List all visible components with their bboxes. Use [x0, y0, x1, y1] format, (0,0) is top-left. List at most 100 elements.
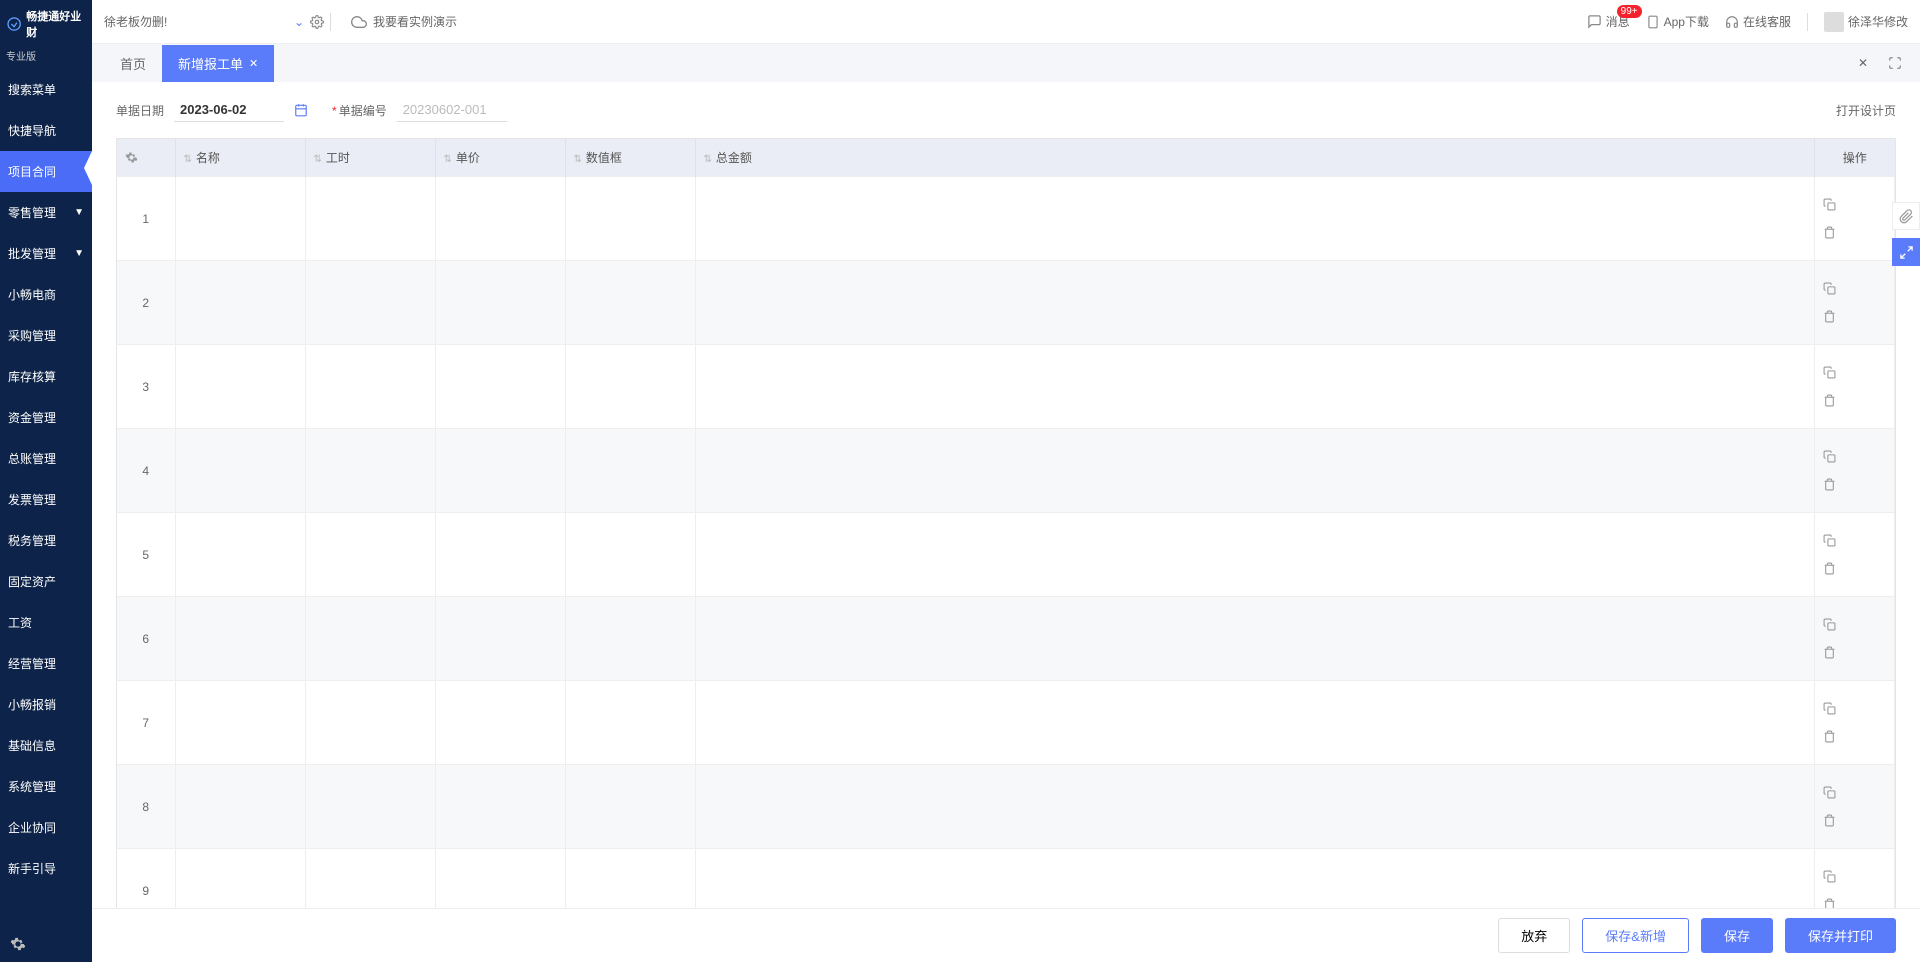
- sidebar-settings[interactable]: [0, 926, 92, 962]
- tab-0[interactable]: 首页: [104, 45, 162, 82]
- messages-button[interactable]: 消息 99+: [1587, 13, 1630, 30]
- table-cell[interactable]: [305, 513, 435, 597]
- table-cell[interactable]: [305, 765, 435, 849]
- table-cell[interactable]: [435, 513, 565, 597]
- table-cell[interactable]: [435, 681, 565, 765]
- table-cell[interactable]: [175, 597, 305, 681]
- table-cell[interactable]: [695, 681, 1815, 765]
- sidebar-item-5[interactable]: 小畅电商: [0, 274, 92, 315]
- table-cell[interactable]: [175, 849, 305, 909]
- org-settings-button[interactable]: [304, 11, 330, 33]
- delete-row-button[interactable]: [1823, 715, 1886, 758]
- table-cell[interactable]: [695, 429, 1815, 513]
- save-print-button[interactable]: 保存并打印: [1785, 918, 1896, 953]
- open-design-link[interactable]: 打开设计页: [1836, 102, 1896, 119]
- sidebar-item-9[interactable]: 总账管理: [0, 438, 92, 479]
- table-cell[interactable]: [565, 513, 695, 597]
- table-cell[interactable]: [435, 849, 565, 909]
- delete-row-button[interactable]: [1823, 631, 1886, 674]
- sidebar-item-0[interactable]: 搜索菜单: [0, 69, 92, 110]
- table-settings-header[interactable]: [117, 139, 175, 177]
- user-menu[interactable]: 徐泽华修改: [1824, 12, 1908, 32]
- table-cell[interactable]: [695, 765, 1815, 849]
- table-cell[interactable]: [175, 513, 305, 597]
- service-button[interactable]: 在线客服: [1725, 13, 1791, 30]
- table-cell[interactable]: [305, 429, 435, 513]
- table-cell[interactable]: [695, 597, 1815, 681]
- sidebar-item-3[interactable]: 零售管理▼: [0, 192, 92, 233]
- table-cell[interactable]: [565, 849, 695, 909]
- sidebar-item-15[interactable]: 小畅报销: [0, 684, 92, 725]
- attachment-button[interactable]: [1892, 202, 1920, 230]
- sidebar-item-14[interactable]: 经营管理: [0, 643, 92, 684]
- docno-input[interactable]: 20230602-001: [397, 98, 507, 122]
- delete-row-button[interactable]: [1823, 883, 1886, 908]
- col-name-header[interactable]: ⇅名称: [175, 139, 305, 177]
- sidebar-item-16[interactable]: 基础信息: [0, 725, 92, 766]
- table-cell[interactable]: [435, 765, 565, 849]
- table-cell[interactable]: [175, 765, 305, 849]
- calendar-icon[interactable]: [294, 103, 308, 117]
- table-cell[interactable]: [305, 597, 435, 681]
- sidebar-item-4[interactable]: 批发管理▼: [0, 233, 92, 274]
- table-cell[interactable]: [565, 177, 695, 261]
- save-new-button[interactable]: 保存&新增: [1582, 918, 1689, 953]
- download-button[interactable]: App下载: [1646, 13, 1709, 30]
- close-icon[interactable]: ✕: [249, 57, 258, 70]
- col-numbox-header[interactable]: ⇅数值框: [565, 139, 695, 177]
- table-cell[interactable]: [565, 261, 695, 345]
- close-all-tabs-button[interactable]: ✕: [1852, 52, 1874, 74]
- col-price-header[interactable]: ⇅单价: [435, 139, 565, 177]
- table-cell[interactable]: [305, 177, 435, 261]
- table-cell[interactable]: [175, 177, 305, 261]
- sidebar-item-11[interactable]: 税务管理: [0, 520, 92, 561]
- delete-row-button[interactable]: [1823, 799, 1886, 842]
- delete-row-button[interactable]: [1823, 547, 1886, 590]
- sidebar-item-1[interactable]: 快捷导航: [0, 110, 92, 151]
- col-hours-header[interactable]: ⇅工时: [305, 139, 435, 177]
- table-cell[interactable]: [695, 177, 1815, 261]
- sidebar-item-18[interactable]: 企业协同: [0, 807, 92, 848]
- delete-row-button[interactable]: [1823, 295, 1886, 338]
- delete-row-button[interactable]: [1823, 463, 1886, 506]
- date-input[interactable]: 2023-06-02: [174, 98, 284, 122]
- table-cell[interactable]: [565, 429, 695, 513]
- table-cell[interactable]: [435, 429, 565, 513]
- discard-button[interactable]: 放弃: [1498, 918, 1570, 953]
- delete-row-button[interactable]: [1823, 211, 1886, 254]
- table-cell[interactable]: [435, 177, 565, 261]
- table-cell[interactable]: [435, 597, 565, 681]
- table-cell[interactable]: [435, 261, 565, 345]
- expand-tool-button[interactable]: [1892, 238, 1920, 266]
- table-cell[interactable]: [435, 345, 565, 429]
- table-cell[interactable]: [305, 849, 435, 909]
- table-cell[interactable]: [175, 345, 305, 429]
- table-cell[interactable]: [175, 681, 305, 765]
- table-cell[interactable]: [175, 261, 305, 345]
- table-cell[interactable]: [565, 765, 695, 849]
- table-cell[interactable]: [175, 429, 305, 513]
- table-cell[interactable]: [305, 345, 435, 429]
- table-cell[interactable]: [305, 261, 435, 345]
- org-selector[interactable]: 徐老板勿删! ⌄: [104, 13, 304, 30]
- sidebar-item-7[interactable]: 库存核算: [0, 356, 92, 397]
- table-cell[interactable]: [695, 849, 1815, 909]
- fullscreen-button[interactable]: [1882, 52, 1908, 74]
- sidebar-item-17[interactable]: 系统管理: [0, 766, 92, 807]
- delete-row-button[interactable]: [1823, 379, 1886, 422]
- sidebar-item-2[interactable]: 项目合同: [0, 151, 92, 192]
- table-cell[interactable]: [565, 345, 695, 429]
- sidebar-item-10[interactable]: 发票管理: [0, 479, 92, 520]
- sidebar-item-12[interactable]: 固定资产: [0, 561, 92, 602]
- tab-1[interactable]: 新增报工单✕: [162, 45, 274, 82]
- table-cell[interactable]: [565, 681, 695, 765]
- table-cell[interactable]: [695, 261, 1815, 345]
- col-total-header[interactable]: ⇅总金额: [695, 139, 1815, 177]
- table-cell[interactable]: [565, 597, 695, 681]
- table-cell[interactable]: [305, 681, 435, 765]
- table-cell[interactable]: [695, 513, 1815, 597]
- sidebar-item-8[interactable]: 资金管理: [0, 397, 92, 438]
- sidebar-item-13[interactable]: 工资: [0, 602, 92, 643]
- save-button[interactable]: 保存: [1701, 918, 1773, 953]
- demo-link[interactable]: 我要看实例演示: [351, 13, 457, 30]
